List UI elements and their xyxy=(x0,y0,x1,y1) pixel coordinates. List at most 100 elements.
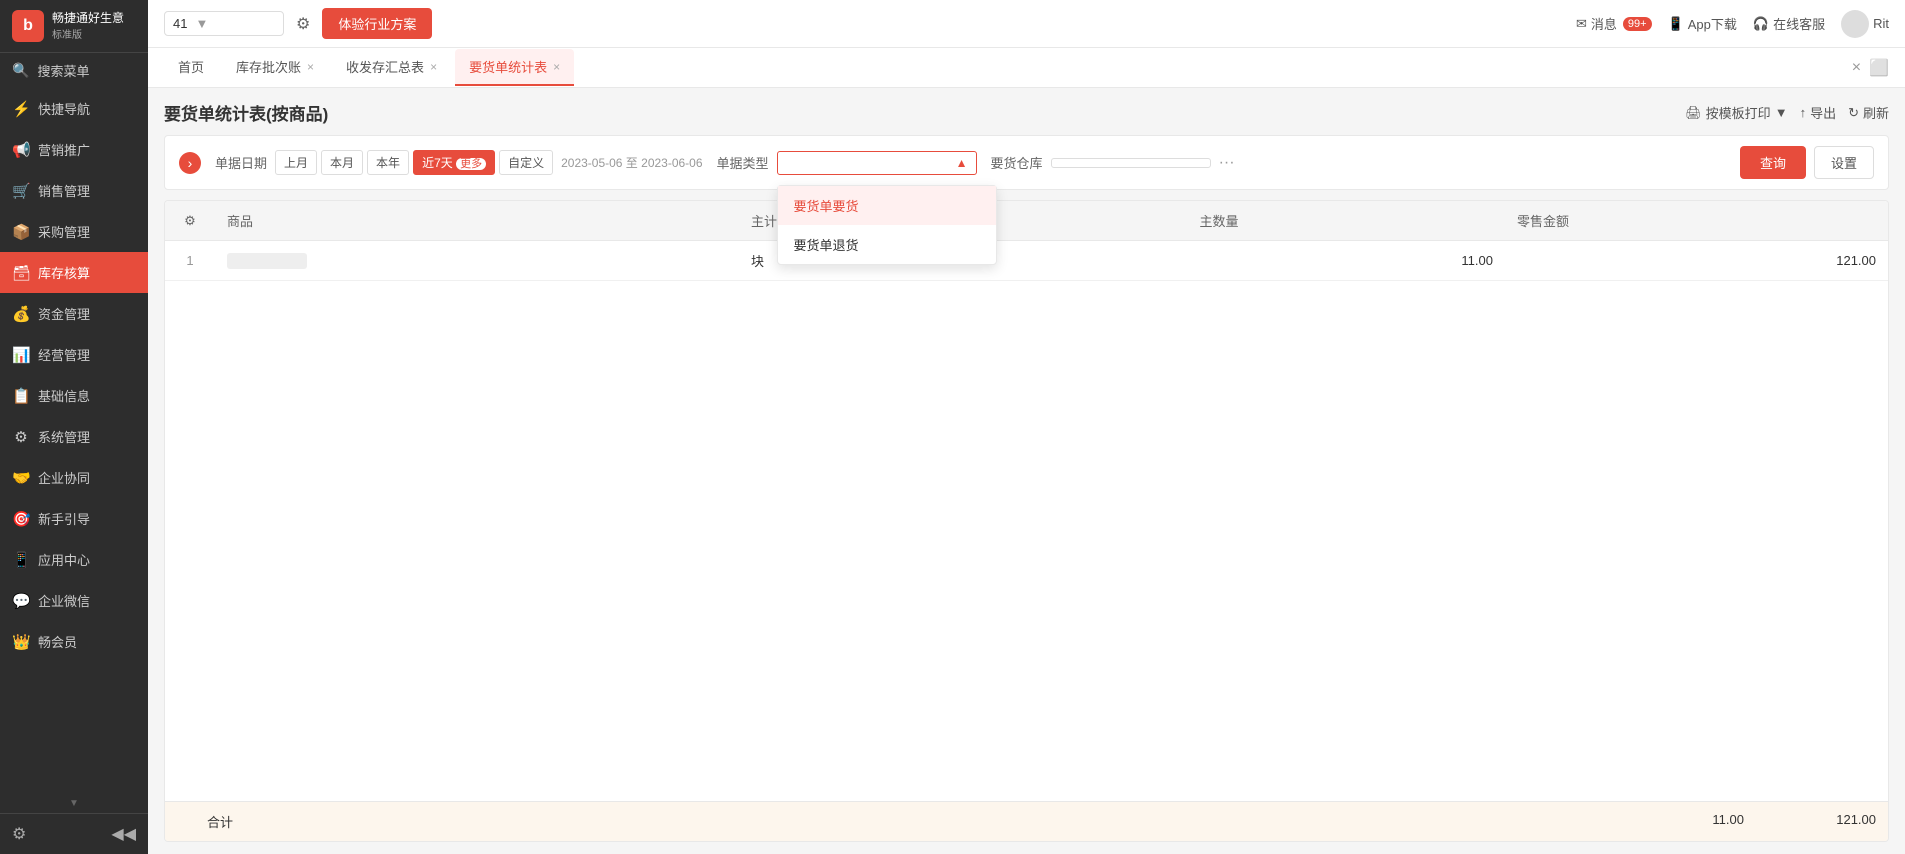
tab-order-stats[interactable]: 要货单统计表 × xyxy=(455,49,574,86)
sidebar-item-app-center[interactable]: 📱 应用中心 xyxy=(0,539,148,580)
filter-expand-btn[interactable]: › xyxy=(179,152,201,174)
operations-icon: 📊 xyxy=(12,346,30,364)
print-label: 按模板打印 xyxy=(1706,103,1771,122)
sidebar-label: 基础信息 xyxy=(38,386,90,405)
footer-label: 合计 xyxy=(177,812,377,831)
sidebar-label: 应用中心 xyxy=(38,550,90,569)
export-icon: ↑ xyxy=(1800,105,1807,120)
messages-btn[interactable]: ✉ 消息 99+ xyxy=(1576,14,1652,33)
company-selector[interactable]: 41 ▼ xyxy=(164,11,284,36)
page-content: 要货单统计表(按商品) 🖨 按模板打印 ▼ ↑ 导出 ↻ 刷新 › xyxy=(148,88,1905,854)
date-btn-this-year[interactable]: 本年 xyxy=(367,150,409,175)
refresh-label: 刷新 xyxy=(1863,103,1889,122)
tabs-bar: 首页 库存批次账 × 收发存汇总表 × 要货单统计表 × × ⬜ xyxy=(148,48,1905,88)
date-btn-custom[interactable]: 自定义 xyxy=(499,150,553,175)
settings-btn[interactable]: 设置 xyxy=(1814,146,1874,179)
date-range-display: 2023-05-06 至 2023-06-06 xyxy=(561,154,702,171)
col-header-quantity: 主数量 xyxy=(1187,201,1505,241)
footer-total-amount: 121.00 xyxy=(1756,812,1876,831)
tab-order-stats-label: 要货单统计表 xyxy=(469,57,547,76)
refresh-btn[interactable]: ↻ 刷新 xyxy=(1848,103,1889,122)
settings-gear-icon[interactable]: ⚙ xyxy=(296,14,310,34)
app-download-btn[interactable]: 📱 App下载 xyxy=(1668,14,1737,33)
col-header-settings[interactable]: ⚙ xyxy=(165,201,215,241)
row-product xyxy=(215,241,739,281)
close-all-tabs-icon[interactable]: × xyxy=(1852,59,1861,77)
finance-icon: 💰 xyxy=(12,305,30,323)
online-service-btn[interactable]: 🎧 在线客服 xyxy=(1753,14,1825,33)
warehouse-input[interactable] xyxy=(1051,158,1211,168)
footer-unit-spacer xyxy=(377,812,477,831)
sidebar-label: 采购管理 xyxy=(38,222,90,241)
date-btn-this-month[interactable]: 本月 xyxy=(321,150,363,175)
tab-home-label: 首页 xyxy=(178,57,204,76)
topbar-right: ✉ 消息 99+ 📱 App下载 🎧 在线客服 Rit xyxy=(1576,10,1889,38)
tab-receipt-summary-label: 收发存汇总表 xyxy=(346,57,424,76)
basic-info-icon: 📋 xyxy=(12,387,30,405)
settings-icon[interactable]: ⚙ xyxy=(12,824,26,844)
sidebar-item-operations[interactable]: 📊 经营管理 xyxy=(0,334,148,375)
sidebar-label: 营销推广 xyxy=(38,140,90,159)
user-avatar-area[interactable]: Rit xyxy=(1841,10,1889,38)
sidebar-footer: ⚙ ◀◀ xyxy=(0,813,148,854)
date-btn-last-month[interactable]: 上月 xyxy=(275,150,317,175)
sidebar-item-member[interactable]: 👑 畅会员 xyxy=(0,621,148,662)
footer-spacer xyxy=(477,812,1636,831)
sidebar-label: 企业微信 xyxy=(38,591,90,610)
chevron-down-icon: ▼ xyxy=(195,16,208,31)
sidebar-item-finance[interactable]: 💰 资金管理 xyxy=(0,293,148,334)
query-btn[interactable]: 查询 xyxy=(1740,146,1806,179)
sidebar-label: 畅会员 xyxy=(38,632,77,651)
sidebar-item-inventory[interactable]: 🗃 库存核算 xyxy=(0,252,148,293)
sidebar-search[interactable]: 🔍 搜索菜单 xyxy=(0,53,148,88)
sidebar-item-purchase[interactable]: 📦 采购管理 xyxy=(0,211,148,252)
more-filter-icon[interactable]: ··· xyxy=(1219,154,1235,172)
print-btn[interactable]: 🖨 按模板打印 ▼ xyxy=(1685,103,1787,122)
messages-badge: 99+ xyxy=(1623,17,1652,31)
sidebar-scroll-down[interactable]: ▼ xyxy=(0,794,148,813)
sidebar-item-enterprise[interactable]: 🤝 企业协同 xyxy=(0,457,148,498)
phone-icon: 📱 xyxy=(1668,16,1684,32)
product-name-placeholder xyxy=(227,253,307,269)
tab-receipt-summary[interactable]: 收发存汇总表 × xyxy=(332,49,451,86)
trial-btn[interactable]: 体验行业方案 xyxy=(322,8,432,39)
message-icon: ✉ xyxy=(1576,16,1587,32)
search-icon: 🔍 xyxy=(12,62,29,79)
date-filter-label: 单据日期 xyxy=(215,153,267,172)
maximize-icon[interactable]: ⬜ xyxy=(1869,58,1889,78)
member-icon: 👑 xyxy=(12,633,30,651)
col-header-product: 商品 xyxy=(215,201,739,241)
tab-inventory-batch-label: 库存批次账 xyxy=(236,57,301,76)
tab-home[interactable]: 首页 xyxy=(164,49,218,86)
dropdown-item-order-goods[interactable]: 要货单要货 xyxy=(778,186,996,225)
sidebar-item-system[interactable]: ⚙ 系统管理 xyxy=(0,416,148,457)
sidebar-item-quick-nav[interactable]: ⚡ 快捷导航 xyxy=(0,88,148,129)
date-btn-last-7[interactable]: 近7天 更多 xyxy=(413,150,495,175)
close-tab-inventory-batch[interactable]: × xyxy=(307,60,314,74)
print-icon: 🖨 xyxy=(1685,105,1702,121)
inventory-icon: 🗃 xyxy=(12,264,30,282)
close-tab-receipt-summary[interactable]: × xyxy=(430,60,437,74)
sidebar-item-wechat[interactable]: 💬 企业微信 xyxy=(0,580,148,621)
sidebar-label: 经营管理 xyxy=(38,345,90,364)
sidebar-item-sales[interactable]: 🛒 销售管理 xyxy=(0,170,148,211)
logo-title: 畅捷通好生意 xyxy=(52,11,124,27)
collapse-icon[interactable]: ◀◀ xyxy=(111,824,136,844)
sidebar-item-guide[interactable]: 🎯 新手引导 xyxy=(0,498,148,539)
type-select[interactable]: ▲ xyxy=(777,151,977,175)
export-btn[interactable]: ↑ 导出 xyxy=(1800,103,1837,122)
tabs-end: × ⬜ xyxy=(1852,58,1889,78)
close-tab-order-stats[interactable]: × xyxy=(553,60,560,74)
system-icon: ⚙ xyxy=(12,428,30,446)
sidebar-label: 企业协同 xyxy=(38,468,90,487)
quick-nav-icon: ⚡ xyxy=(12,100,30,118)
sidebar-item-basic-info[interactable]: 📋 基础信息 xyxy=(0,375,148,416)
tab-inventory-batch[interactable]: 库存批次账 × xyxy=(222,49,328,86)
main-content: 41 ▼ ⚙ 体验行业方案 ✉ 消息 99+ 📱 App下载 🎧 在线客服 R xyxy=(148,0,1905,854)
sidebar-logo: b 畅捷通好生意 标准版 xyxy=(0,0,148,53)
sidebar-label: 新手引导 xyxy=(38,509,90,528)
sidebar-item-marketing[interactable]: 📢 营销推广 xyxy=(0,129,148,170)
dropdown-item-order-return[interactable]: 要货单退货 xyxy=(778,225,996,264)
more-badge: 更多 xyxy=(456,158,486,170)
sidebar-label: 销售管理 xyxy=(38,181,90,200)
